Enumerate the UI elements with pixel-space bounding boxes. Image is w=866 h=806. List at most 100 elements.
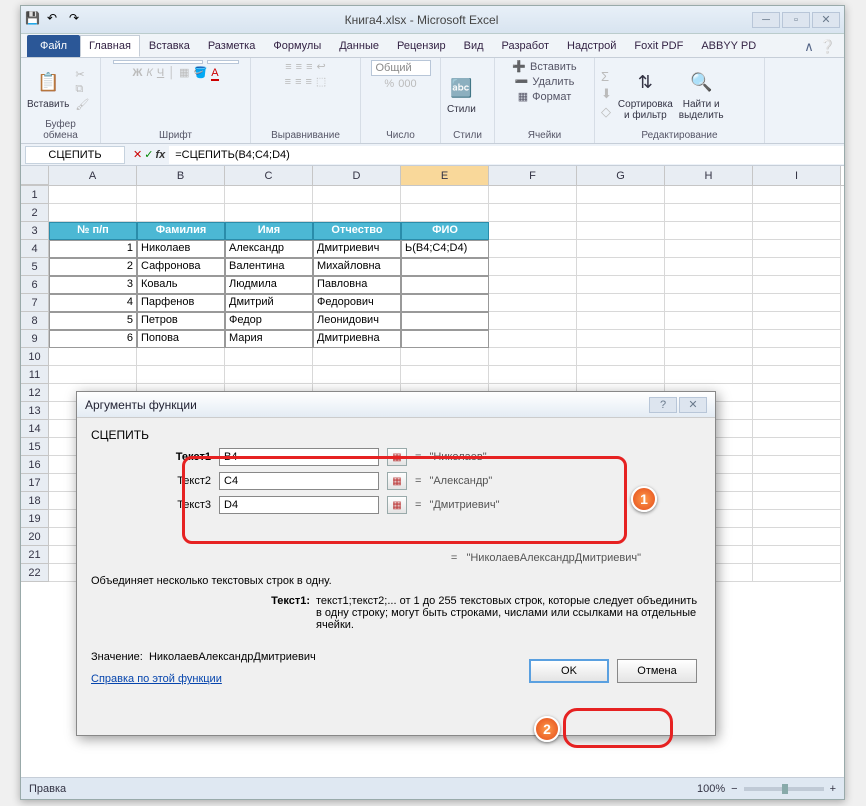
cell[interactable]	[489, 276, 577, 294]
cell[interactable]: Валентина	[225, 258, 313, 276]
cell[interactable]: Отчество	[313, 222, 401, 240]
cell[interactable]	[401, 186, 489, 204]
cell[interactable]: Александр	[225, 240, 313, 258]
tab-insert[interactable]: Вставка	[140, 35, 199, 57]
cell[interactable]	[489, 294, 577, 312]
cell[interactable]: Парфенов	[137, 294, 225, 312]
cell[interactable]	[313, 366, 401, 384]
cell[interactable]	[753, 312, 841, 330]
cell[interactable]	[489, 186, 577, 204]
cell[interactable]	[225, 204, 313, 222]
cell[interactable]	[753, 564, 841, 582]
row-header[interactable]: 12	[21, 384, 49, 402]
cell[interactable]	[401, 294, 489, 312]
cell[interactable]: Коваль	[137, 276, 225, 294]
cell[interactable]	[753, 294, 841, 312]
zoom-slider[interactable]	[744, 787, 824, 791]
row-header[interactable]: 5	[21, 258, 49, 276]
tab-addins[interactable]: Надстрой	[558, 35, 625, 57]
cell[interactable]: Людмила	[225, 276, 313, 294]
cell[interactable]	[665, 258, 753, 276]
cell[interactable]	[753, 330, 841, 348]
cells-insert-button[interactable]: ➕Вставить	[512, 60, 576, 73]
font-size-combo[interactable]	[207, 60, 239, 64]
cell[interactable]	[489, 330, 577, 348]
align-center-icon[interactable]: ≡	[295, 76, 301, 88]
currency-icon[interactable]: %	[384, 78, 394, 90]
cell[interactable]	[577, 348, 665, 366]
row-header[interactable]: 14	[21, 420, 49, 438]
cell[interactable]	[753, 546, 841, 564]
formula-input[interactable]	[169, 146, 844, 164]
cell[interactable]	[401, 348, 489, 366]
row-header[interactable]: 21	[21, 546, 49, 564]
cell[interactable]	[137, 366, 225, 384]
cell[interactable]	[577, 276, 665, 294]
minimize-button[interactable]: ─	[752, 12, 780, 28]
fill-icon[interactable]: ⬇	[601, 86, 612, 102]
col-header[interactable]: B	[137, 166, 225, 185]
cell[interactable]	[753, 348, 841, 366]
name-box-input[interactable]	[25, 146, 125, 164]
cell[interactable]	[313, 348, 401, 366]
cell[interactable]	[137, 204, 225, 222]
cell[interactable]	[753, 258, 841, 276]
cell[interactable]	[313, 186, 401, 204]
cell[interactable]	[753, 456, 841, 474]
fill-color-icon[interactable]: 🪣	[194, 66, 208, 79]
cell[interactable]	[753, 276, 841, 294]
col-header[interactable]: I	[753, 166, 841, 185]
align-left-icon[interactable]: ≡	[285, 76, 291, 88]
ok-button[interactable]: OK	[529, 659, 609, 683]
cell[interactable]	[753, 204, 841, 222]
cell[interactable]	[665, 186, 753, 204]
cell[interactable]	[577, 204, 665, 222]
cell[interactable]	[489, 204, 577, 222]
row-header[interactable]: 9	[21, 330, 49, 348]
cell[interactable]: 5	[49, 312, 137, 330]
cell[interactable]: № п/п	[49, 222, 137, 240]
tab-view[interactable]: Вид	[455, 35, 493, 57]
cell[interactable]	[49, 186, 137, 204]
cell[interactable]	[313, 204, 401, 222]
row-header[interactable]: 3	[21, 222, 49, 240]
cell[interactable]: Дмитриевич	[313, 240, 401, 258]
cell[interactable]	[753, 474, 841, 492]
cell[interactable]	[665, 276, 753, 294]
confirm-formula-icon[interactable]: ✓	[144, 148, 153, 161]
border-icon[interactable]: ▦	[179, 66, 189, 79]
cell[interactable]	[665, 294, 753, 312]
cell[interactable]: 3	[49, 276, 137, 294]
tab-data[interactable]: Данные	[330, 35, 388, 57]
format-painter-icon[interactable]: 🖌	[75, 98, 89, 111]
col-header[interactable]: G	[577, 166, 665, 185]
row-header[interactable]: 7	[21, 294, 49, 312]
row-header[interactable]: 17	[21, 474, 49, 492]
cell[interactable]	[401, 258, 489, 276]
cell[interactable]: 6	[49, 330, 137, 348]
row-header[interactable]: 19	[21, 510, 49, 528]
row-header[interactable]: 13	[21, 402, 49, 420]
dialog-help-button[interactable]: ?	[649, 397, 677, 413]
cell[interactable]	[401, 312, 489, 330]
zoom-in-icon[interactable]: +	[830, 783, 836, 795]
cell[interactable]	[489, 366, 577, 384]
col-header[interactable]: E	[401, 166, 489, 185]
font-name-combo[interactable]	[113, 60, 203, 64]
cell[interactable]: Леонидович	[313, 312, 401, 330]
styles-button[interactable]: 🔤 Стили	[447, 74, 476, 115]
col-header[interactable]: F	[489, 166, 577, 185]
cancel-button[interactable]: Отмена	[617, 659, 697, 683]
comma-icon[interactable]: 000	[398, 78, 416, 90]
cell[interactable]	[577, 294, 665, 312]
quick-access-toolbar[interactable]: 💾	[25, 11, 43, 29]
cell[interactable]	[401, 366, 489, 384]
cell[interactable]	[577, 366, 665, 384]
cell[interactable]	[665, 222, 753, 240]
wrap-text-icon[interactable]: ↩	[317, 60, 326, 73]
number-format-combo[interactable]: Общий	[371, 60, 431, 76]
italic-icon[interactable]: К	[146, 67, 152, 79]
cell[interactable]: Фамилия	[137, 222, 225, 240]
font-color-icon[interactable]: A	[211, 67, 218, 79]
col-header[interactable]: C	[225, 166, 313, 185]
